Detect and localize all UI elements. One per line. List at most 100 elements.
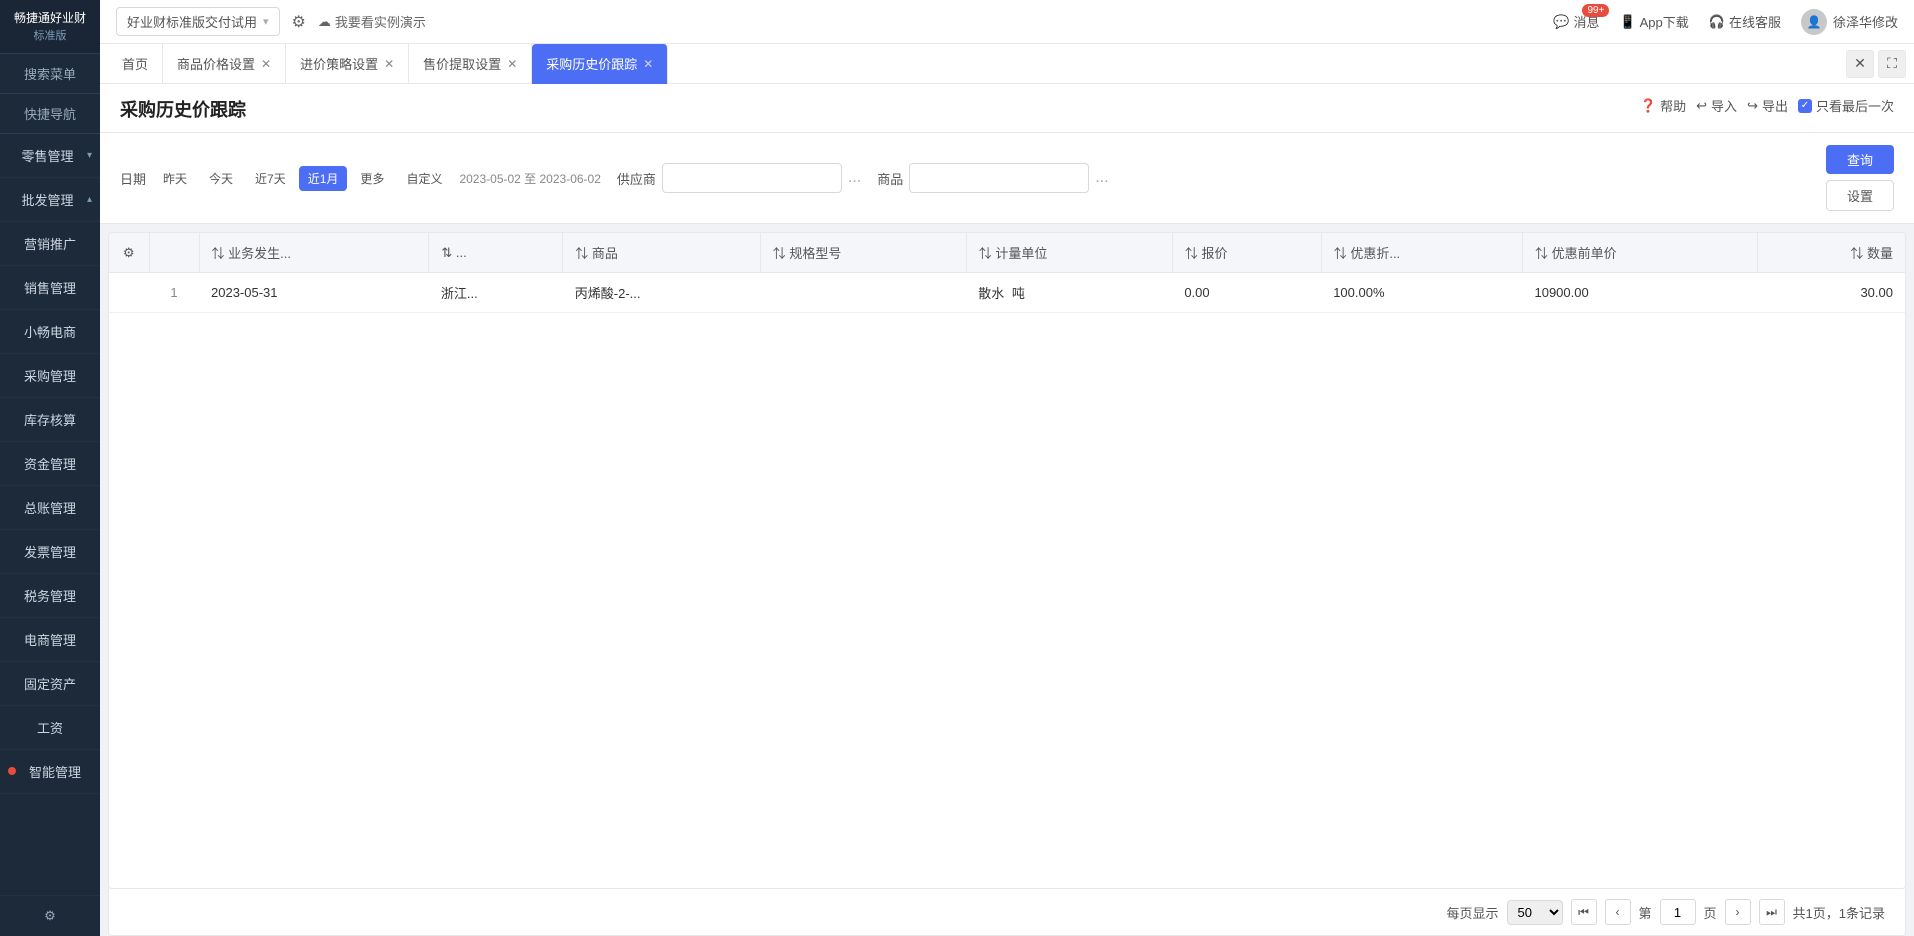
tabbar: 首页 商品价格设置 ✕ 进价策略设置 ✕ 售价提取设置 ✕ 采购历史价跟踪 ✕ … [100,44,1914,84]
topbar-gear-icon[interactable]: ⚙ [292,12,306,32]
row-price-cell: 0.00 [1172,273,1321,313]
last-page-button[interactable]: ⏭ [1759,899,1785,925]
filter-area: 日期 昨天 今天 近7天 近1月 更多 自定义 2023-05-02 至 202… [100,133,1914,224]
query-button[interactable]: 查询 [1826,145,1894,174]
tab-close-button[interactable]: ✕ [1846,50,1874,78]
sidebar-item-payroll[interactable]: 工资 [0,706,100,750]
sidebar-item-marketing[interactable]: 营销推广 [0,222,100,266]
prev-page-button[interactable]: ‹ [1605,899,1631,925]
product-more-icon[interactable]: ... [1095,169,1108,187]
col-header-price[interactable]: ⇅ 报价 [1172,233,1321,273]
row-discount-cell: 100.00% [1321,273,1522,313]
app-download-button[interactable]: 📱 App下载 [1619,12,1688,31]
tab-price-close-icon[interactable]: ✕ [261,57,271,71]
export-label: 导出 [1762,96,1788,115]
col-header-unit-price[interactable]: ⇅ 优惠前单价 [1522,233,1757,273]
only-last-checkbox[interactable]: ✓ 只看最后一次 [1798,96,1894,115]
message-icon: 💬 [1553,14,1569,30]
supplier-more-icon[interactable]: ... [848,169,861,187]
tab-sale-price-close-icon[interactable]: ✕ [507,57,517,71]
yesterday-btn[interactable]: 昨天 [154,166,196,191]
sidebar-item-ledger[interactable]: 总账管理 [0,486,100,530]
sidebar-gear-button[interactable]: ⚙ [0,895,100,936]
only-last-label: 只看最后一次 [1816,96,1894,115]
import-button[interactable]: ↩ 导入 [1696,96,1737,115]
sidebar-item-assets[interactable]: 固定资产 [0,662,100,706]
tab-home[interactable]: 首页 [108,44,163,84]
user-name: 徐泽华修改 [1833,12,1898,31]
sidebar-item-sales[interactable]: 销售管理 [0,266,100,310]
last1m-btn[interactable]: 近1月 [299,166,348,191]
sidebar-item-wholesale[interactable]: 批发管理 ▴ [0,178,100,222]
red-dot-icon [8,767,16,775]
sidebar-logo-title: 畅捷通好业财 [14,10,86,27]
per-page-label: 每页显示 [1446,903,1498,922]
version-select[interactable]: 好业财标准版交付试用 ▾ [116,7,280,36]
tab-sale-price[interactable]: 售价提取设置 ✕ [409,44,532,84]
more-btn[interactable]: 更多 [351,166,393,191]
sidebar-search-menu[interactable]: 搜索菜单 [0,54,100,94]
page-header-actions: ❓ 帮助 ↩ 导入 ↪ 导出 ✓ 只看最后一次 [1640,96,1894,125]
page-input[interactable] [1660,899,1696,925]
user-profile-button[interactable]: 👤 徐泽华修改 [1801,9,1898,35]
message-button[interactable]: 💬 消息 99+ [1553,12,1599,31]
today-btn[interactable]: 今天 [200,166,242,191]
topbar-actions: 💬 消息 99+ 📱 App下载 🎧 在线客服 👤 徐泽华修改 [1553,9,1898,35]
col-header-gear[interactable]: ⚙ [109,233,149,273]
row-index-cell: 1 [149,273,199,313]
supplier-input[interactable] [662,163,842,193]
filter-action-buttons: 查询 设置 [1826,145,1894,211]
sort-icon-unit-price: ⇅ [1535,246,1548,261]
date-filter-group: 日期 昨天 今天 近7天 近1月 更多 自定义 2023-05-02 至 202… [120,166,601,191]
col-header-unit[interactable]: ⇅ 计量单位 [966,233,1172,273]
product-filter-label: 商品 [877,169,903,188]
tab-expand-button[interactable]: ⛶ [1878,50,1906,78]
per-page-select[interactable]: 50 20 100 [1507,900,1563,925]
sidebar-item-smart[interactable]: 智能管理 [0,750,100,794]
row-gear-cell [109,273,149,313]
demo-label: 我要看实例演示 [335,12,426,31]
online-service-button[interactable]: 🎧 在线客服 [1709,12,1781,31]
tab-purchase-strategy-close-icon[interactable]: ✕ [384,57,394,71]
col-header-product[interactable]: ⇅ 商品 [563,233,760,273]
date-filter-buttons: 昨天 今天 近7天 近1月 更多 自定义 [154,166,451,191]
col-header-extra[interactable]: ⇅ ... [429,233,563,273]
last7-btn[interactable]: 近7天 [246,166,295,191]
tab-history-price-close-icon[interactable]: ✕ [643,57,653,71]
sort-icon-spec: ⇅ [773,246,786,261]
tab-history-price[interactable]: 采购历史价跟踪 ✕ [532,44,668,84]
settings-button[interactable]: 设置 [1826,180,1894,211]
sidebar-item-ecommerce-small[interactable]: 小畅电商 [0,310,100,354]
col-header-spec[interactable]: ⇅ 规格型号 [760,233,966,273]
page-area: 采购历史价跟踪 ❓ 帮助 ↩ 导入 ↪ 导出 ✓ 只看最后一次 [100,84,1914,936]
table-row: 1 2023-05-31 浙江... 丙烯酸-2-... 散水 吨 0.00 1… [109,273,1905,313]
sidebar-quicknav[interactable]: 快捷导航 [0,94,100,134]
first-page-button[interactable]: ⏮ [1571,899,1597,925]
help-button[interactable]: ❓ 帮助 [1640,96,1686,115]
custom-btn[interactable]: 自定义 [397,166,451,191]
sidebar-item-invoice[interactable]: 发票管理 [0,530,100,574]
col-header-discount[interactable]: ⇅ 优惠折... [1321,233,1522,273]
avatar: 👤 [1801,9,1827,35]
import-icon: ↩ [1696,98,1707,114]
sidebar-item-inventory[interactable]: 库存核算 [0,398,100,442]
tab-purchase-strategy[interactable]: 进价策略设置 ✕ [286,44,409,84]
tab-price[interactable]: 商品价格设置 ✕ [163,44,286,84]
tabbar-controls: ✕ ⛶ [1838,50,1914,78]
product-input[interactable] [909,163,1089,193]
sidebar-item-retail[interactable]: 零售管理 ▾ [0,134,100,178]
demo-button[interactable]: ☁ 我要看实例演示 [318,12,426,31]
sort-icon-unit: ⇅ [979,246,992,261]
sidebar-item-tax[interactable]: 税务管理 [0,574,100,618]
col-header-quantity[interactable]: ⇅ 数量 [1757,233,1905,273]
row-spec-cell [760,273,966,313]
sidebar-item-purchase[interactable]: 采购管理 [0,354,100,398]
export-button[interactable]: ↪ 导出 [1747,96,1788,115]
row-unit-price-cell: 10900.00 [1522,273,1757,313]
supplier-filter-label: 供应商 [617,169,656,188]
next-page-button[interactable]: › [1725,899,1751,925]
col-header-date[interactable]: ⇅ 业务发生... [199,233,429,273]
sidebar-item-ecommerce[interactable]: 电商管理 [0,618,100,662]
sort-icon-quantity: ⇅ [1850,246,1863,261]
sidebar-item-finance[interactable]: 资金管理 [0,442,100,486]
